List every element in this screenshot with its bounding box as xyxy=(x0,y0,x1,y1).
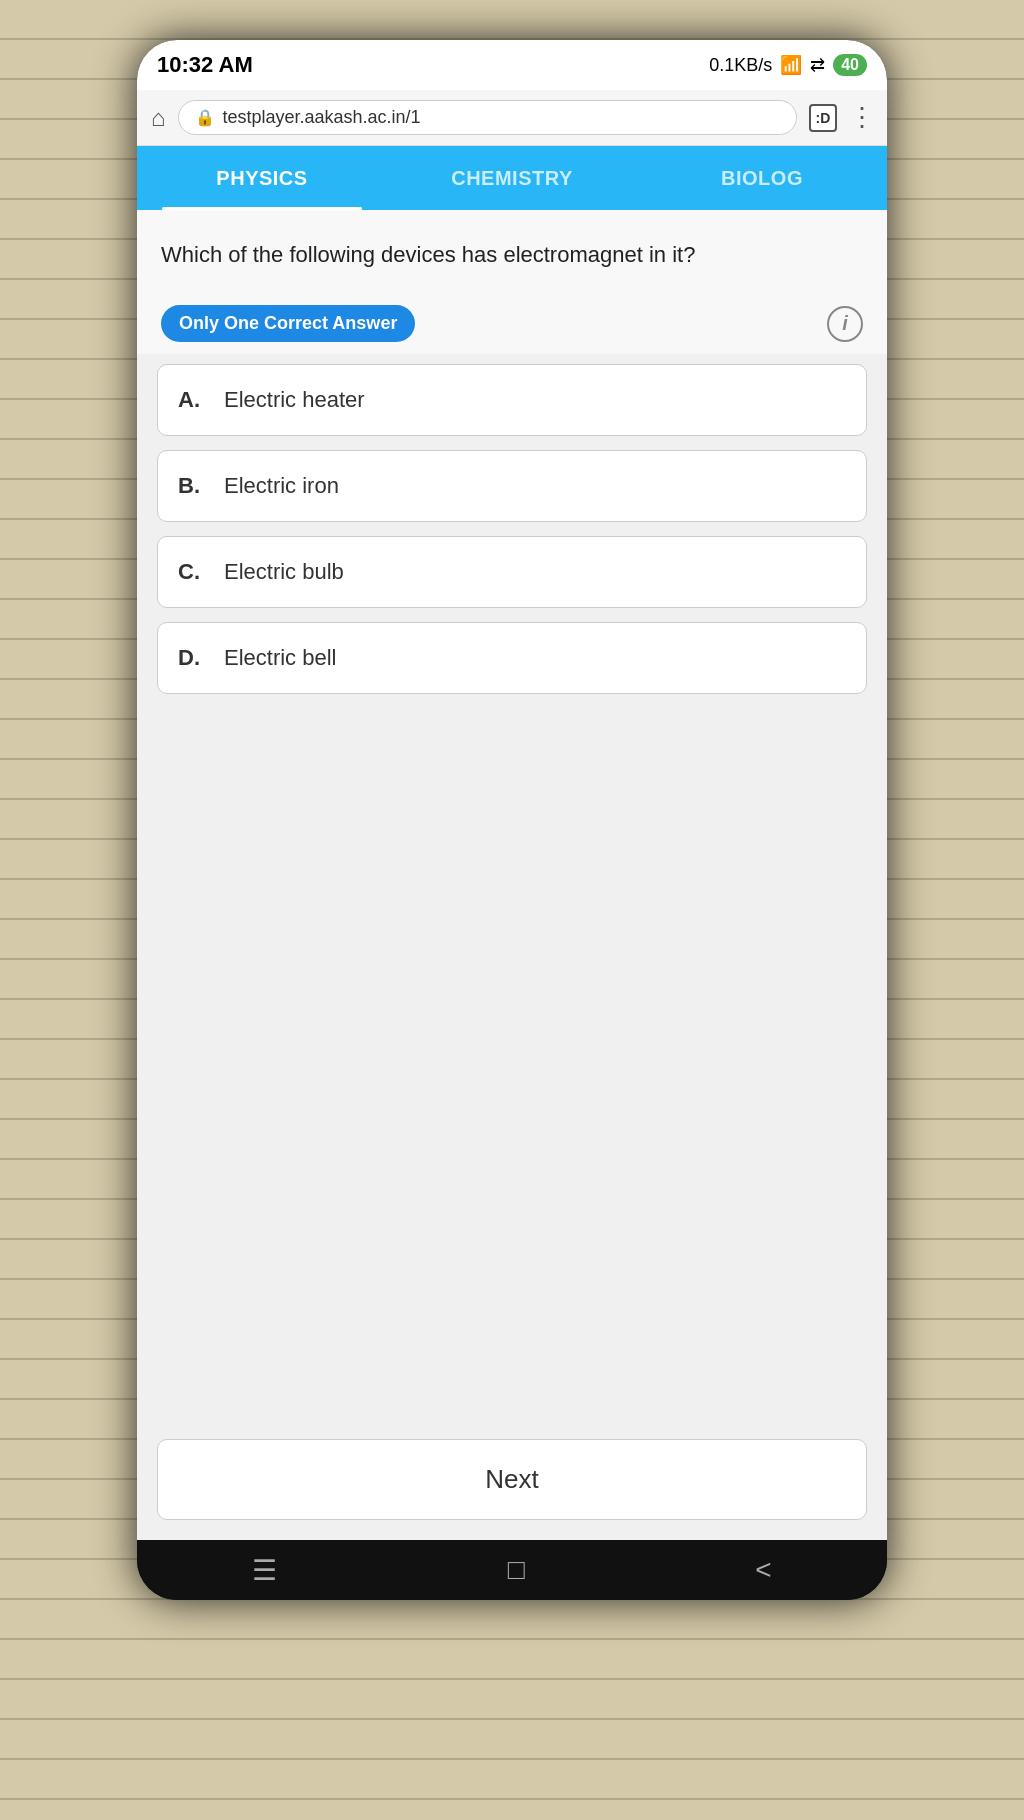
nav-back-icon[interactable]: < xyxy=(755,1554,771,1586)
question-area: Which of the following devices has elect… xyxy=(137,210,887,289)
tab-switcher[interactable]: :D xyxy=(809,104,837,132)
signal-icon: 📶 xyxy=(780,54,802,76)
home-icon[interactable]: ⌂ xyxy=(151,104,166,132)
option-d-text: Electric bell xyxy=(224,645,336,671)
tab-physics[interactable]: PHYSICS xyxy=(137,146,387,210)
phone-frame: 10:32 AM 0.1KB/s 📶 ⇄ 40 ⌂ 🔒 testplayer.a… xyxy=(137,40,887,1600)
app-content: PHYSICS CHEMISTRY BIOLOG Which of the fo… xyxy=(137,146,887,1540)
option-a[interactable]: A. Electric heater xyxy=(157,364,867,436)
answer-type-badge: Only One Correct Answer xyxy=(161,305,415,342)
status-bar: 10:32 AM 0.1KB/s 📶 ⇄ 40 xyxy=(137,40,887,90)
option-b[interactable]: B. Electric iron xyxy=(157,450,867,522)
wifi-icon: ⇄ xyxy=(810,54,825,76)
question-text: Which of the following devices has elect… xyxy=(161,238,863,271)
option-b-letter: B. xyxy=(178,473,208,499)
browser-menu[interactable]: ⋮ xyxy=(849,102,873,133)
options-list: A. Electric heater B. Electric iron C. E… xyxy=(137,354,887,1427)
network-speed: 0.1KB/s xyxy=(709,55,772,76)
option-b-text: Electric iron xyxy=(224,473,339,499)
option-c-text: Electric bulb xyxy=(224,559,344,585)
url-bar[interactable]: 🔒 testplayer.aakash.ac.in/1 xyxy=(178,100,798,135)
browser-bar: ⌂ 🔒 testplayer.aakash.ac.in/1 :D ⋮ xyxy=(137,90,887,146)
bottom-nav: ☰ □ < xyxy=(137,1540,887,1600)
nav-menu-icon[interactable]: ☰ xyxy=(252,1554,277,1587)
option-d[interactable]: D. Electric bell xyxy=(157,622,867,694)
option-c[interactable]: C. Electric bulb xyxy=(157,536,867,608)
option-a-letter: A. xyxy=(178,387,208,413)
url-text: testplayer.aakash.ac.in/1 xyxy=(223,107,421,128)
info-icon[interactable]: i xyxy=(827,306,863,342)
tab-biology[interactable]: BIOLOG xyxy=(637,146,887,210)
status-right: 0.1KB/s 📶 ⇄ 40 xyxy=(709,54,867,76)
next-button[interactable]: Next xyxy=(157,1439,867,1520)
status-time: 10:32 AM xyxy=(157,52,253,78)
lock-icon: 🔒 xyxy=(195,108,215,127)
option-a-text: Electric heater xyxy=(224,387,365,413)
battery-badge: 40 xyxy=(833,54,867,76)
next-button-container: Next xyxy=(137,1427,887,1540)
tab-chemistry[interactable]: CHEMISTRY xyxy=(387,146,637,210)
option-d-letter: D. xyxy=(178,645,208,671)
nav-home-icon[interactable]: □ xyxy=(508,1554,525,1586)
subject-tabs: PHYSICS CHEMISTRY BIOLOG xyxy=(137,146,887,210)
option-c-letter: C. xyxy=(178,559,208,585)
answer-type-row: Only One Correct Answer i xyxy=(137,289,887,354)
